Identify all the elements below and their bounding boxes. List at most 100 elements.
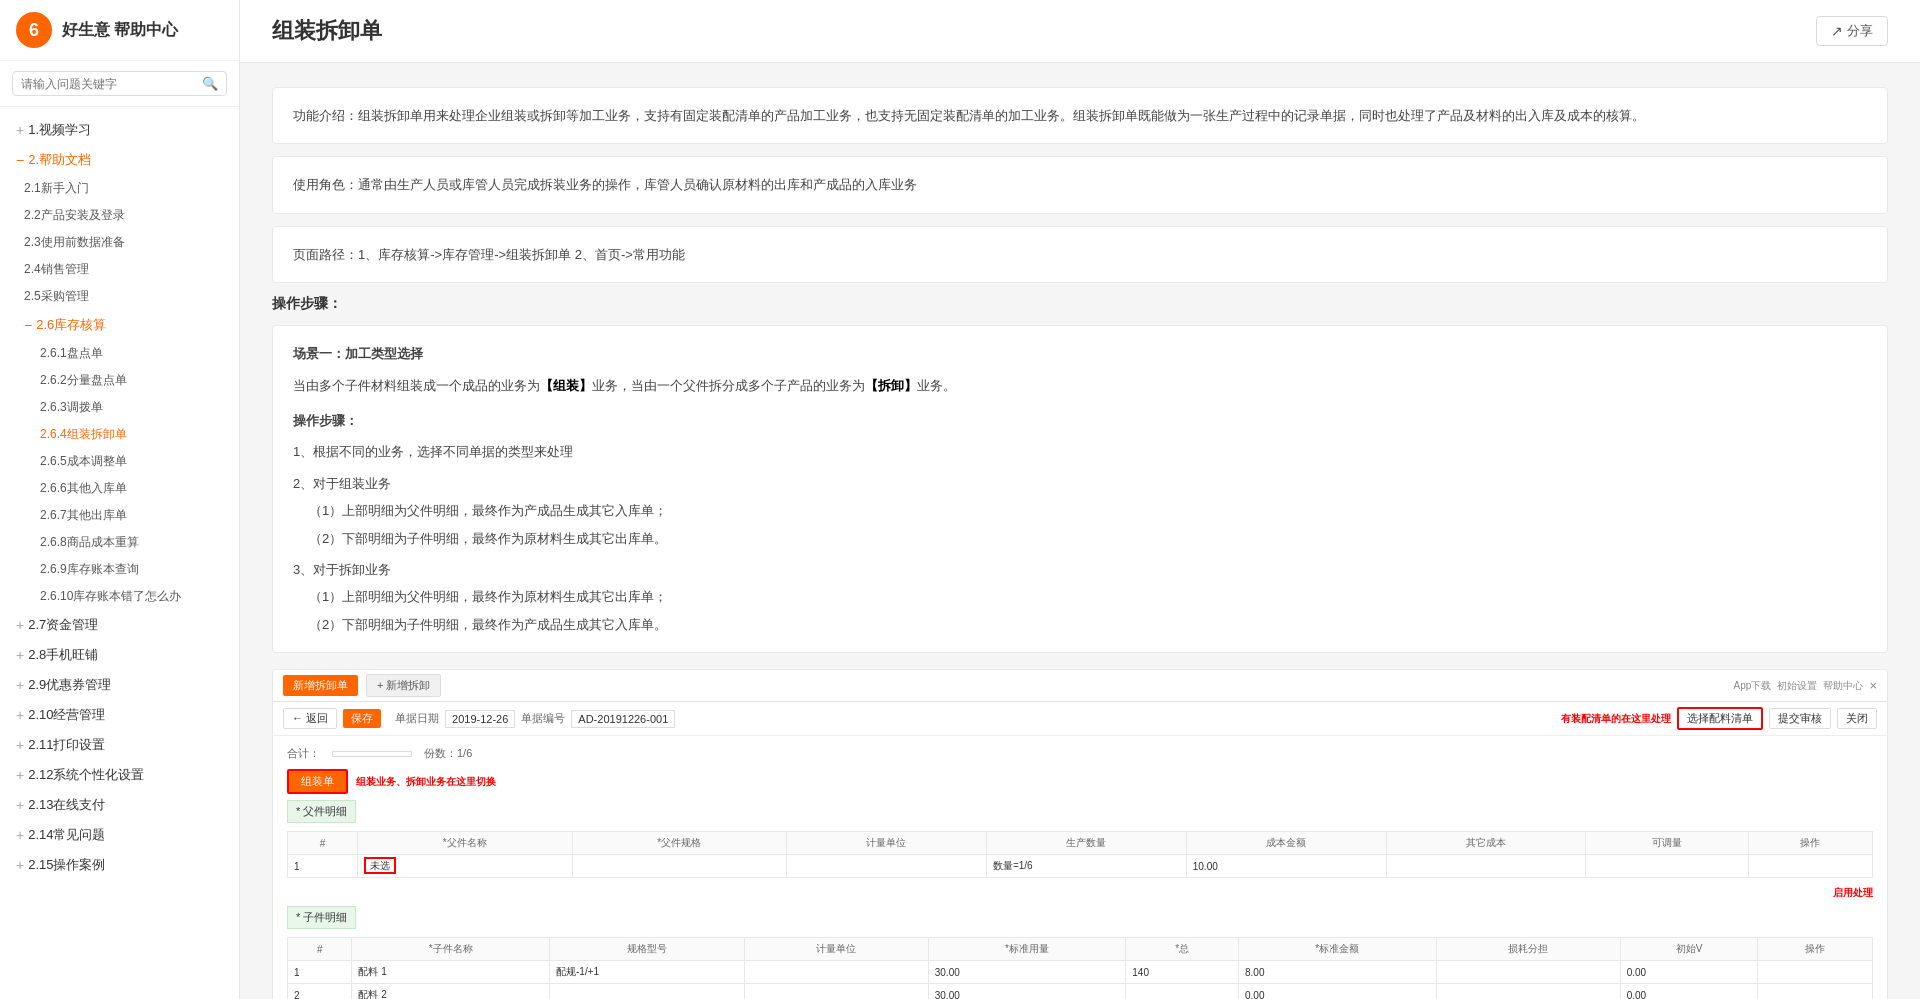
sidebar-item-cases[interactable]: + 2.15操作案例 bbox=[0, 850, 239, 880]
sidebar-item-cost-adjust[interactable]: 2.6.5成本调整单 bbox=[0, 448, 239, 475]
sidebar-item-label: 2.14常见问题 bbox=[28, 826, 105, 844]
mock-type-selector-row: 组装单 组装业务、拆卸业务在这里切换 bbox=[287, 769, 1873, 794]
sidebar-item-label: 2.3使用前数据准备 bbox=[24, 235, 125, 249]
step3: 3、对于拆卸业务 bbox=[293, 558, 1867, 581]
sidebar-item-label: 2.6.9库存账本查询 bbox=[40, 562, 139, 576]
disassembly-label: 【拆卸】 bbox=[865, 378, 917, 393]
sidebar-item-ledger-fix[interactable]: 2.6.10库存账本错了怎么办 bbox=[0, 583, 239, 610]
sidebar-item-beginner[interactable]: 2.1新手入门 bbox=[0, 175, 239, 202]
sidebar-item-label: 2.6库存核算 bbox=[36, 316, 106, 334]
mock-tab-new[interactable]: + 新增拆卸 bbox=[366, 674, 441, 697]
scenario-desc-text: 当由多个子件材料组装成一个成品的业务为 bbox=[293, 378, 540, 393]
sidebar-item-sales[interactable]: 2.4销售管理 bbox=[0, 256, 239, 283]
sidebar-item-print[interactable]: + 2.11打印设置 bbox=[0, 730, 239, 760]
logo-icon: 6 bbox=[16, 12, 52, 48]
save-label: 保存 bbox=[351, 712, 373, 724]
sidebar-item-label: 2.帮助文档 bbox=[28, 151, 91, 169]
mock-btn-close[interactable]: 关闭 bbox=[1837, 708, 1877, 729]
sidebar-item-label: 2.10经营管理 bbox=[28, 706, 105, 724]
role-card: 使用角色：通常由生产人员或库管人员完成拆装业务的操作，库管人员确认原材料的出库和… bbox=[272, 156, 1888, 213]
sidebar-item-faq[interactable]: + 2.14常见问题 bbox=[0, 820, 239, 850]
sidebar-item-operations[interactable]: + 2.10经营管理 bbox=[0, 700, 239, 730]
sidebar-item-inventory[interactable]: − 2.6库存核算 bbox=[0, 310, 239, 340]
mock-tab-label: 新增拆卸单 bbox=[293, 679, 348, 691]
mock-upper-table-label: * 父件明细 bbox=[287, 800, 1873, 823]
sidebar-item-label: 2.6.1盘点单 bbox=[40, 346, 103, 360]
mock-app: 新增拆卸单 + 新增拆卸 App下载 初始设置 帮助中心 × bbox=[273, 670, 1887, 999]
intro-card: 功能介绍：组装拆卸单用来处理企业组装或拆卸等加工业务，支持有固定装配清单的产品加… bbox=[272, 87, 1888, 144]
sidebar-item-transfer[interactable]: 2.6.3调拨单 bbox=[0, 394, 239, 421]
assembly-label: 【组装】 bbox=[540, 378, 592, 393]
search-input[interactable] bbox=[21, 77, 198, 91]
mock-lower-table-label: * 子件明细 bbox=[287, 906, 1873, 929]
scenario-desc: 当由多个子件材料组装成一个成品的业务为【组装】业务，当由一个父件拆分成多个子产品… bbox=[293, 374, 1867, 397]
role-text: 使用角色：通常由生产人员或库管人员完成拆装业务的操作，库管人员确认原材料的出库和… bbox=[293, 177, 917, 192]
table-row: 1 配料 1 配规-1/+1 30.00 140 8.00 0.00 bbox=[288, 961, 1873, 984]
share-button[interactable]: ↗ 分享 bbox=[1816, 16, 1888, 46]
mock-tab-assembly[interactable]: 新增拆卸单 bbox=[283, 675, 358, 696]
mock-btn-bill-of-materials[interactable]: 选择配料清单 bbox=[1677, 707, 1763, 730]
scenario-title: 场景一：加工类型选择 bbox=[293, 342, 1867, 365]
sidebar-item-label: 2.6.5成本调整单 bbox=[40, 454, 127, 468]
sidebar-item-label: 2.6.8商品成本重算 bbox=[40, 535, 139, 549]
mock-titlebar: 新增拆卸单 + 新增拆卸 App下载 初始设置 帮助中心 × bbox=[273, 670, 1887, 702]
sidebar-item-label: 2.6.6其他入库单 bbox=[40, 481, 127, 495]
collapse-icon: − bbox=[24, 317, 32, 333]
main-content: 功能介绍：组装拆卸单用来处理企业组装或拆卸等加工业务，支持有固定装配清单的产品加… bbox=[240, 63, 1920, 999]
sidebar-item-stocktake[interactable]: 2.6.1盘点单 bbox=[0, 340, 239, 367]
sidebar-item-cost-recalc[interactable]: 2.6.8商品成本重算 bbox=[0, 529, 239, 556]
expand-icon: + bbox=[16, 707, 24, 723]
sidebar-item-inventory-ledger[interactable]: 2.6.9库存账本查询 bbox=[0, 556, 239, 583]
search-box: 🔍 bbox=[0, 61, 239, 107]
scenario-desc-text2: 业务，当由一个父件拆分成多个子产品的业务为 bbox=[592, 378, 865, 393]
expand-icon: + bbox=[16, 797, 24, 813]
sidebar-item-label: 1.视频学习 bbox=[28, 121, 91, 139]
sidebar-item-other-outbound[interactable]: 2.6.7其他出库单 bbox=[0, 502, 239, 529]
sidebar-item-coupon[interactable]: + 2.9优惠券管理 bbox=[0, 670, 239, 700]
mock-field-no[interactable]: AD-20191226-001 bbox=[571, 710, 675, 728]
mock-field-date[interactable]: 2019-12-26 bbox=[445, 710, 515, 728]
sidebar-item-online-pay[interactable]: + 2.13在线支付 bbox=[0, 790, 239, 820]
mock-annotation-area: 有装配清单的在这里处理 选择配料清单 提交审核 关闭 bbox=[681, 707, 1877, 730]
expand-icon: + bbox=[16, 827, 24, 843]
step2: 2、对于组装业务 bbox=[293, 472, 1867, 495]
mock-field-sum[interactable] bbox=[332, 751, 412, 757]
sidebar-item-label: 2.13在线支付 bbox=[28, 796, 105, 814]
table-row: 2 配料 2 30.00 0.00 0.00 bbox=[288, 984, 1873, 999]
sidebar-item-label: 2.1新手入门 bbox=[24, 181, 89, 195]
sidebar-item-label: 2.8手机旺铺 bbox=[28, 646, 98, 664]
sidebar-item-data-prep[interactable]: 2.3使用前数据准备 bbox=[0, 229, 239, 256]
sidebar-header: 6 好生意 帮助中心 bbox=[0, 0, 239, 61]
sidebar-item-video-learning[interactable]: + 1.视频学习 bbox=[0, 115, 239, 145]
sidebar-item-other-inbound[interactable]: 2.6.6其他入库单 bbox=[0, 475, 239, 502]
sidebar-item-mobile[interactable]: + 2.8手机旺铺 bbox=[0, 640, 239, 670]
scenario-card: 场景一：加工类型选择 当由多个子件材料组装成一个成品的业务为【组装】业务，当由一… bbox=[272, 325, 1888, 653]
sidebar-item-assembly[interactable]: 2.6.4组装拆卸单 bbox=[0, 421, 239, 448]
sidebar-item-personalize[interactable]: + 2.12系统个性化设置 bbox=[0, 760, 239, 790]
mock-field-date-label: 单据日期 bbox=[395, 711, 439, 726]
expand-icon: + bbox=[16, 857, 24, 873]
sidebar-item-install[interactable]: 2.2产品安装及登录 bbox=[0, 202, 239, 229]
mock-btn-back[interactable]: ← 返回 bbox=[283, 708, 337, 729]
ops-title: 操作步骤： bbox=[272, 295, 1888, 313]
mock-upper-table: # *父件名称 *父件规格 计量单位 生产数量 成本金额 其它成本 可调量 操作 bbox=[287, 831, 1873, 878]
expand-icon: + bbox=[16, 767, 24, 783]
mock-annotation3-area: 启用处理 bbox=[287, 886, 1873, 900]
sidebar-item-label: 2.2产品安装及登录 bbox=[24, 208, 125, 222]
main-area: 组装拆卸单 ↗ 分享 功能介绍：组装拆卸单用来处理企业组装或拆卸等加工业务，支持… bbox=[240, 0, 1920, 999]
sidebar-item-help-docs[interactable]: − 2.帮助文档 bbox=[0, 145, 239, 175]
expand-icon: + bbox=[16, 677, 24, 693]
sidebar-item-purchase[interactable]: 2.5采购管理 bbox=[0, 283, 239, 310]
mock-btn-save[interactable]: 保存 bbox=[343, 709, 381, 728]
intro-text: 功能介绍：组装拆卸单用来处理企业组装或拆卸等加工业务，支持有固定装配清单的产品加… bbox=[293, 108, 1645, 123]
table-row: 1 未选 数量=1/6 10.00 bbox=[288, 855, 1873, 878]
mock-lower-table-title: * 子件明细 bbox=[287, 906, 356, 929]
mock-btn-submit[interactable]: 提交审核 bbox=[1769, 708, 1831, 729]
page-title: 组装拆卸单 bbox=[272, 16, 382, 46]
search-icon[interactable]: 🔍 bbox=[202, 76, 218, 91]
mock-type-toggle[interactable]: 组装单 bbox=[287, 769, 348, 794]
sidebar-item-finance[interactable]: + 2.7资金管理 bbox=[0, 610, 239, 640]
nav-sub-group-inventory: 2.6.1盘点单 2.6.2分量盘点单 2.6.3调拨单 2.6.4组装拆卸单 … bbox=[0, 340, 239, 610]
sidebar-item-partial-stocktake[interactable]: 2.6.2分量盘点单 bbox=[0, 367, 239, 394]
nav-sub-group-help: 2.1新手入门 2.2产品安装及登录 2.3使用前数据准备 2.4销售管理 2.… bbox=[0, 175, 239, 880]
